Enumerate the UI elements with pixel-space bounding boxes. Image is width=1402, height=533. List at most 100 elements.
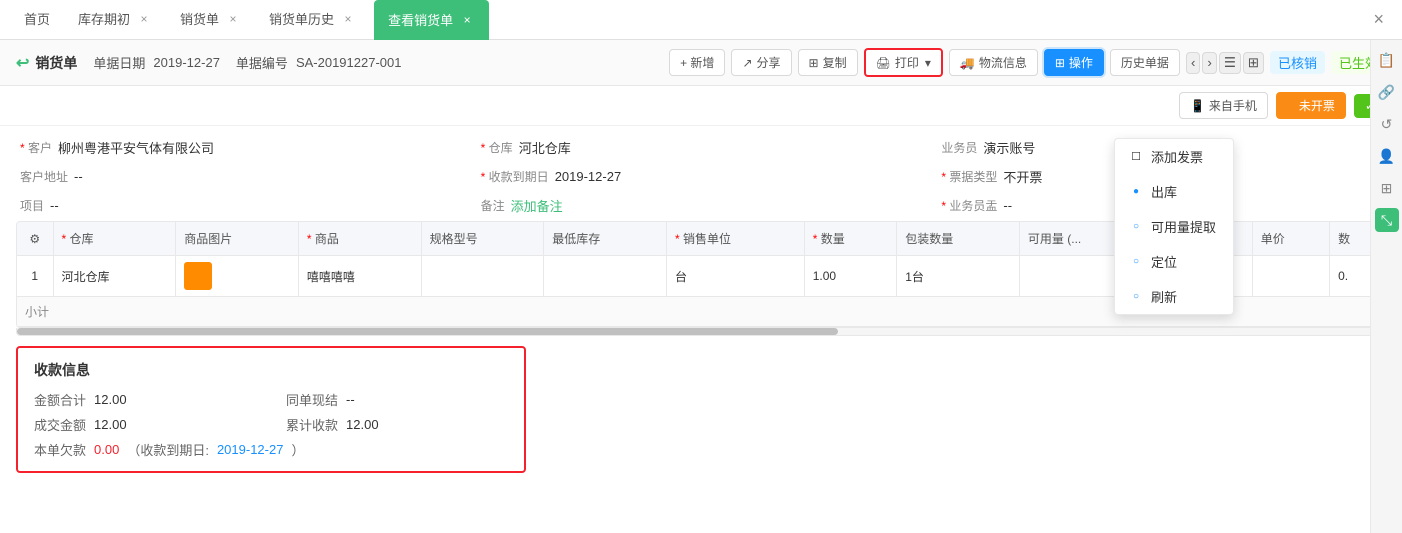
doc-number-value: SA-20191227-001 [296, 55, 402, 70]
payment-grid: 金额合计 12.00 同单现结 -- 成交金额 12.00 累计收款 12.00… [34, 390, 508, 459]
available-qty-icon: ○ [1129, 220, 1143, 234]
customer-value: 柳州粤港平安气体有限公司 [58, 138, 214, 157]
refresh-icon: ○ [1129, 290, 1143, 304]
row-product-img [176, 256, 299, 297]
tab-view-sales[interactable]: 查看销货单 × [374, 0, 489, 40]
warehouse-value: 河北仓库 [519, 138, 571, 157]
available-qty-item[interactable]: ○ 可用量提取 [1115, 209, 1233, 244]
row-spec [421, 256, 544, 297]
row-price [1252, 256, 1329, 297]
locate-item[interactable]: ○ 定位 [1115, 244, 1233, 279]
history-records-button[interactable]: 历史单据 [1110, 49, 1180, 76]
transaction-row: 同单现结 -- [286, 390, 508, 409]
doc-number-label: 单据编号 SA-20191227-001 [236, 53, 402, 72]
sidebar-icon-user[interactable]: 👤 [1375, 144, 1399, 168]
tab-sales-order[interactable]: 销货单 × [166, 0, 255, 40]
sidebar-icon-link[interactable]: 🔗 [1375, 80, 1399, 104]
tab-inventory-init[interactable]: 库存期初 × [64, 0, 166, 40]
tab-inventory-close[interactable]: × [136, 11, 152, 27]
customer-row: 客户 柳州粤港平安气体有限公司 [20, 138, 461, 157]
list-view-button[interactable]: ☰ [1219, 52, 1241, 74]
address-value: -- [74, 169, 83, 184]
row-index: 1 [17, 256, 53, 297]
doc-date-label: 单据日期 2019-12-27 [93, 53, 220, 72]
salesperson2-label: 业务员盂 [941, 197, 997, 214]
nav-arrows: ‹ › ☰ ⊞ [1186, 52, 1264, 74]
add-invoice-item[interactable]: ☐ 添加发票 [1115, 139, 1233, 174]
new-button[interactable]: + 新增 [669, 49, 725, 76]
payment-date-value: 2019-12-27 [555, 169, 622, 184]
project-value: -- [50, 198, 59, 213]
payment-title: 收款信息 [34, 360, 508, 380]
scroll-thumb[interactable] [17, 328, 838, 335]
salesperson-value: 演示账号 [983, 138, 1035, 157]
row-quantity: 1.00 [804, 256, 897, 297]
sidebar-icon-expand[interactable]: ⤡ [1375, 208, 1399, 232]
not-opened-button[interactable]: 未开票 [1276, 92, 1346, 119]
amount-total-row: 金额合计 12.00 [34, 390, 256, 409]
row-pack-qty: 1台 [897, 256, 1020, 297]
doc-meta: 单据日期 2019-12-27 单据编号 SA-20191227-001 [93, 53, 401, 72]
tab-view-sales-close[interactable]: × [459, 12, 475, 28]
not-opened-dot [1287, 102, 1295, 110]
grid-view-button[interactable]: ⊞ [1243, 52, 1264, 74]
locate-icon: ○ [1129, 255, 1143, 269]
share-icon: ↗ [742, 56, 752, 70]
amount-total-value: 12.00 [94, 392, 127, 407]
sidebar-icon-grid[interactable]: ⊞ [1375, 176, 1399, 200]
owed-full-row: 本单欠款 0.00 （收款到期日: 2019-12-27 ） [34, 440, 508, 459]
refresh-item[interactable]: ○ 刷新 [1115, 279, 1233, 314]
sidebar-icon-clipboard[interactable]: 📋 [1375, 48, 1399, 72]
add-remark-button[interactable]: 添加备注 [511, 196, 563, 215]
payment-info-section: 收款信息 金额合计 12.00 同单现结 -- 成交金额 12.00 累计收款 … [16, 346, 526, 473]
share-button[interactable]: ↗ 分享 [731, 49, 791, 76]
warehouse-row: 仓库 河北仓库 [481, 138, 922, 157]
warehouse-label: 仓库 [481, 139, 513, 156]
window-close-button[interactable]: × [1365, 9, 1392, 30]
project-row: 项目 -- [20, 196, 461, 215]
cumulative-label: 累计收款 [286, 415, 338, 434]
table-scrollbar[interactable] [16, 328, 1386, 336]
salesperson-label: 业务员 [941, 139, 977, 156]
status-sold-badge: 已核销 [1270, 51, 1325, 74]
col-settings[interactable]: ⚙ [17, 222, 53, 256]
outbound-item[interactable]: ● 出库 [1115, 174, 1233, 209]
row-unit: 台 [666, 256, 804, 297]
col-warehouse: * 仓库 [53, 222, 176, 256]
tab-bar: 首页 库存期初 × 销货单 × 销货单历史 × 查看销货单 × × [0, 0, 1402, 40]
tab-home-label: 首页 [24, 9, 50, 28]
cumulative-value: 12.00 [346, 417, 379, 432]
refresh-label: 刷新 [1151, 287, 1177, 306]
payment-date-row: 收款到期日 2019-12-27 [481, 167, 922, 186]
mobile-icon: 📱 [1190, 99, 1205, 113]
tab-inventory-label: 库存期初 [78, 9, 130, 28]
operations-button[interactable]: ⊞ 操作 [1044, 49, 1104, 76]
owed-row: 本单欠款 0.00 （收款到期日: 2019-12-27 ） [34, 440, 508, 459]
toolbar-row: 📱 来自手机 未开票 ✓ [0, 86, 1402, 126]
right-sidebar: 📋 🔗 ↺ 👤 ⊞ ⤡ [1370, 40, 1402, 533]
print-button[interactable]: 🖨 打印 ▾ [864, 48, 943, 77]
print-icon: 🖨 [876, 56, 891, 70]
payment-date-label: 收款到期日 [481, 168, 549, 185]
row-warehouse: 河北仓库 [53, 256, 176, 297]
tab-sales-close[interactable]: × [225, 11, 241, 27]
doc-type-label: 销货单 [35, 53, 77, 73]
transaction-label: 同单现结 [286, 390, 338, 409]
deal-amount-row: 成交金额 12.00 [34, 415, 256, 434]
sidebar-icon-refresh[interactable]: ↺ [1375, 112, 1399, 136]
operations-icon: ⊞ [1055, 56, 1065, 70]
deal-amount-label: 成交金额 [34, 415, 86, 434]
mobile-button[interactable]: 📱 来自手机 [1179, 92, 1268, 119]
copy-button[interactable]: ⊞ 复制 [798, 49, 858, 76]
outbound-label: 出库 [1151, 182, 1177, 201]
tab-sales-history[interactable]: 销货单历史 × [255, 0, 370, 40]
remark-row: 备注 添加备注 [481, 196, 922, 215]
available-qty-label: 可用量提取 [1151, 217, 1216, 236]
owed-date: 2019-12-27 [217, 442, 284, 457]
tab-home[interactable]: 首页 [10, 0, 64, 40]
logistics-button[interactable]: 🚚 物流信息 [949, 49, 1038, 76]
next-button[interactable]: › [1202, 52, 1216, 74]
logistics-icon: 🚚 [960, 56, 975, 70]
tab-history-close[interactable]: × [340, 11, 356, 27]
prev-button[interactable]: ‹ [1186, 52, 1200, 74]
